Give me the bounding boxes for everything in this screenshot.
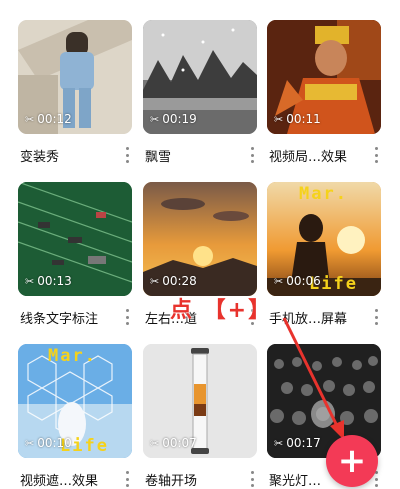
tutorial-arrow bbox=[282, 317, 344, 440]
add-button[interactable]: + bbox=[326, 435, 378, 487]
plus-icon: + bbox=[337, 441, 367, 481]
tutorial-annotation: 点 【+】 bbox=[170, 298, 273, 323]
